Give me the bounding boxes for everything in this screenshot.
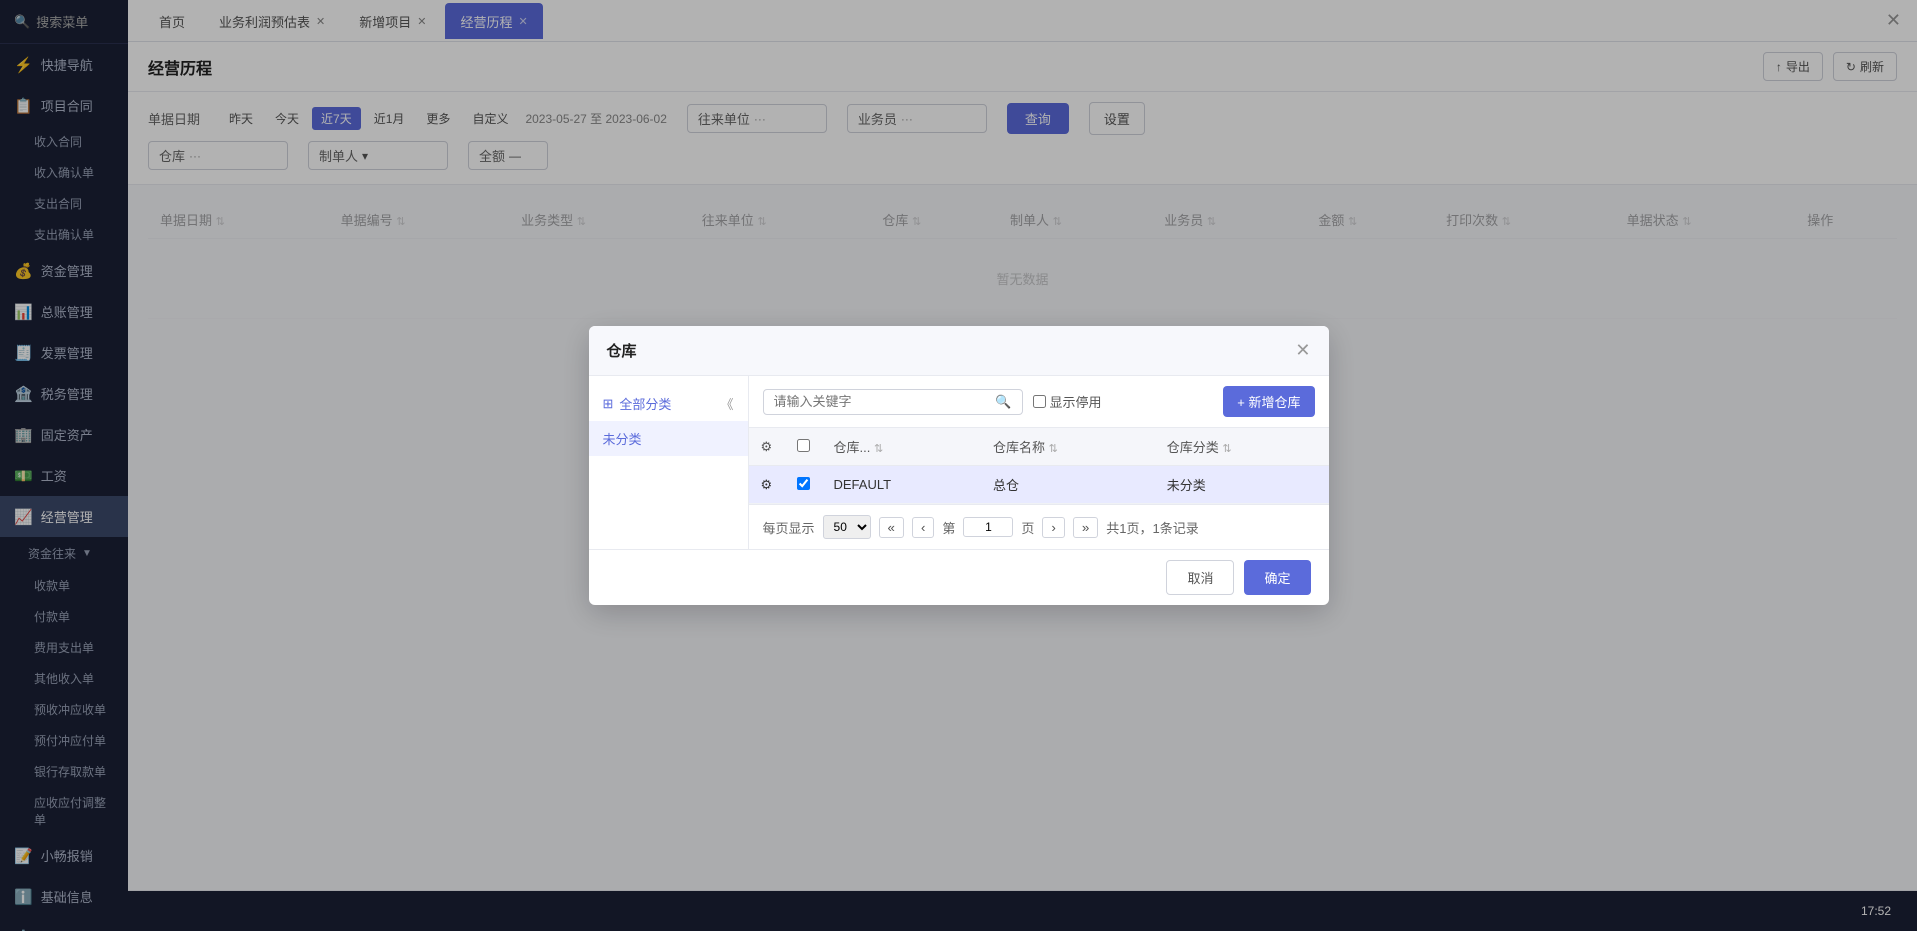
add-warehouse-button[interactable]: + 新增仓库 — [1223, 386, 1314, 417]
modal-pagination: 每页显示 50 « ‹ 第 页 › » 共1页，1条记录 — [749, 504, 1329, 549]
show-disabled-checkbox-label[interactable]: 显示停用 — [1033, 392, 1102, 411]
confirm-button[interactable]: 确定 — [1244, 560, 1310, 595]
category-all-label: 全部分类 — [619, 394, 671, 413]
modal-page-input[interactable] — [963, 517, 1013, 537]
modal-search-icon: 🔍 — [995, 394, 1011, 410]
table-panel: 🔍 显示停用 + 新增仓库 ⚙ — [749, 376, 1329, 549]
col-warehouse-code: 仓库... ⇅ — [822, 428, 981, 466]
all-categories-header[interactable]: ⊞ 全部分类 《 — [589, 386, 748, 421]
category-all-icon: ⊞ — [603, 396, 614, 412]
modal-next-page-btn[interactable]: › — [1042, 517, 1064, 538]
row-checkbox[interactable] — [785, 466, 822, 504]
modal-per-page-label: 每页显示 — [763, 518, 815, 537]
modal-total-text: 共1页，1条记录 — [1106, 518, 1198, 537]
modal-per-page-select[interactable]: 50 — [823, 515, 871, 539]
show-disabled-text: 显示停用 — [1050, 392, 1102, 411]
row-select-checkbox[interactable] — [797, 477, 810, 490]
row-gear: ⚙ — [749, 466, 785, 504]
col-warehouse-name: 仓库名称 ⇅ — [981, 428, 1155, 466]
warehouse-modal: 仓库 ✕ ⊞ 全部分类 《 未分类 WhAR — [589, 326, 1329, 605]
modal-search-box[interactable]: 🔍 — [763, 389, 1023, 415]
col-checkbox[interactable] — [785, 428, 822, 466]
uncategorized-label: 未分类 — [603, 432, 642, 447]
select-all-checkbox[interactable] — [797, 439, 810, 452]
modal-first-page-btn[interactable]: « — [879, 517, 904, 538]
row-code: DEFAULT — [822, 466, 981, 504]
row-category: 未分类 — [1155, 466, 1329, 504]
modal-footer: 取消 确定 — [589, 549, 1329, 605]
show-disabled-checkbox[interactable] — [1033, 395, 1046, 408]
modal-search-input[interactable] — [774, 394, 990, 409]
category-panel: ⊞ 全部分类 《 未分类 WhAR — [589, 376, 749, 549]
modal-overlay: 仓库 ✕ ⊞ 全部分类 《 未分类 WhAR — [0, 0, 1917, 931]
modal-page-label: 第 — [942, 518, 955, 537]
modal-title: 仓库 — [607, 340, 1296, 361]
col-warehouse-category: 仓库分类 ⇅ — [1155, 428, 1329, 466]
collapse-category-icon[interactable]: 《 — [720, 394, 733, 413]
col-gear[interactable]: ⚙ — [749, 428, 785, 466]
modal-toolbar: 🔍 显示停用 + 新增仓库 — [749, 376, 1329, 428]
modal-last-page-btn[interactable]: » — [1073, 517, 1098, 538]
modal-header: 仓库 ✕ — [589, 326, 1329, 376]
modal-table: ⚙ 仓库... ⇅ 仓库名称 ⇅ — [749, 428, 1329, 504]
row-name: 总仓 — [981, 466, 1155, 504]
modal-prev-page-btn[interactable]: ‹ — [912, 517, 934, 538]
sort-icon-2: ⇅ — [1049, 443, 1058, 455]
modal-table-scroll: ⚙ 仓库... ⇅ 仓库名称 ⇅ — [749, 428, 1329, 504]
sort-icon-3: ⇅ — [1222, 443, 1231, 455]
modal-body: ⊞ 全部分类 《 未分类 WhAR 🔍 — [589, 376, 1329, 549]
modal-close-icon[interactable]: ✕ — [1295, 340, 1310, 361]
modal-action-buttons: 取消 确定 — [1166, 560, 1310, 595]
category-uncategorized[interactable]: 未分类 — [589, 421, 748, 456]
modal-page-suffix: 页 — [1021, 518, 1034, 537]
cancel-button[interactable]: 取消 — [1166, 560, 1234, 595]
sort-icon: ⇅ — [874, 443, 883, 455]
table-row[interactable]: ⚙ DEFAULT 总仓 未分类 — [749, 466, 1329, 504]
